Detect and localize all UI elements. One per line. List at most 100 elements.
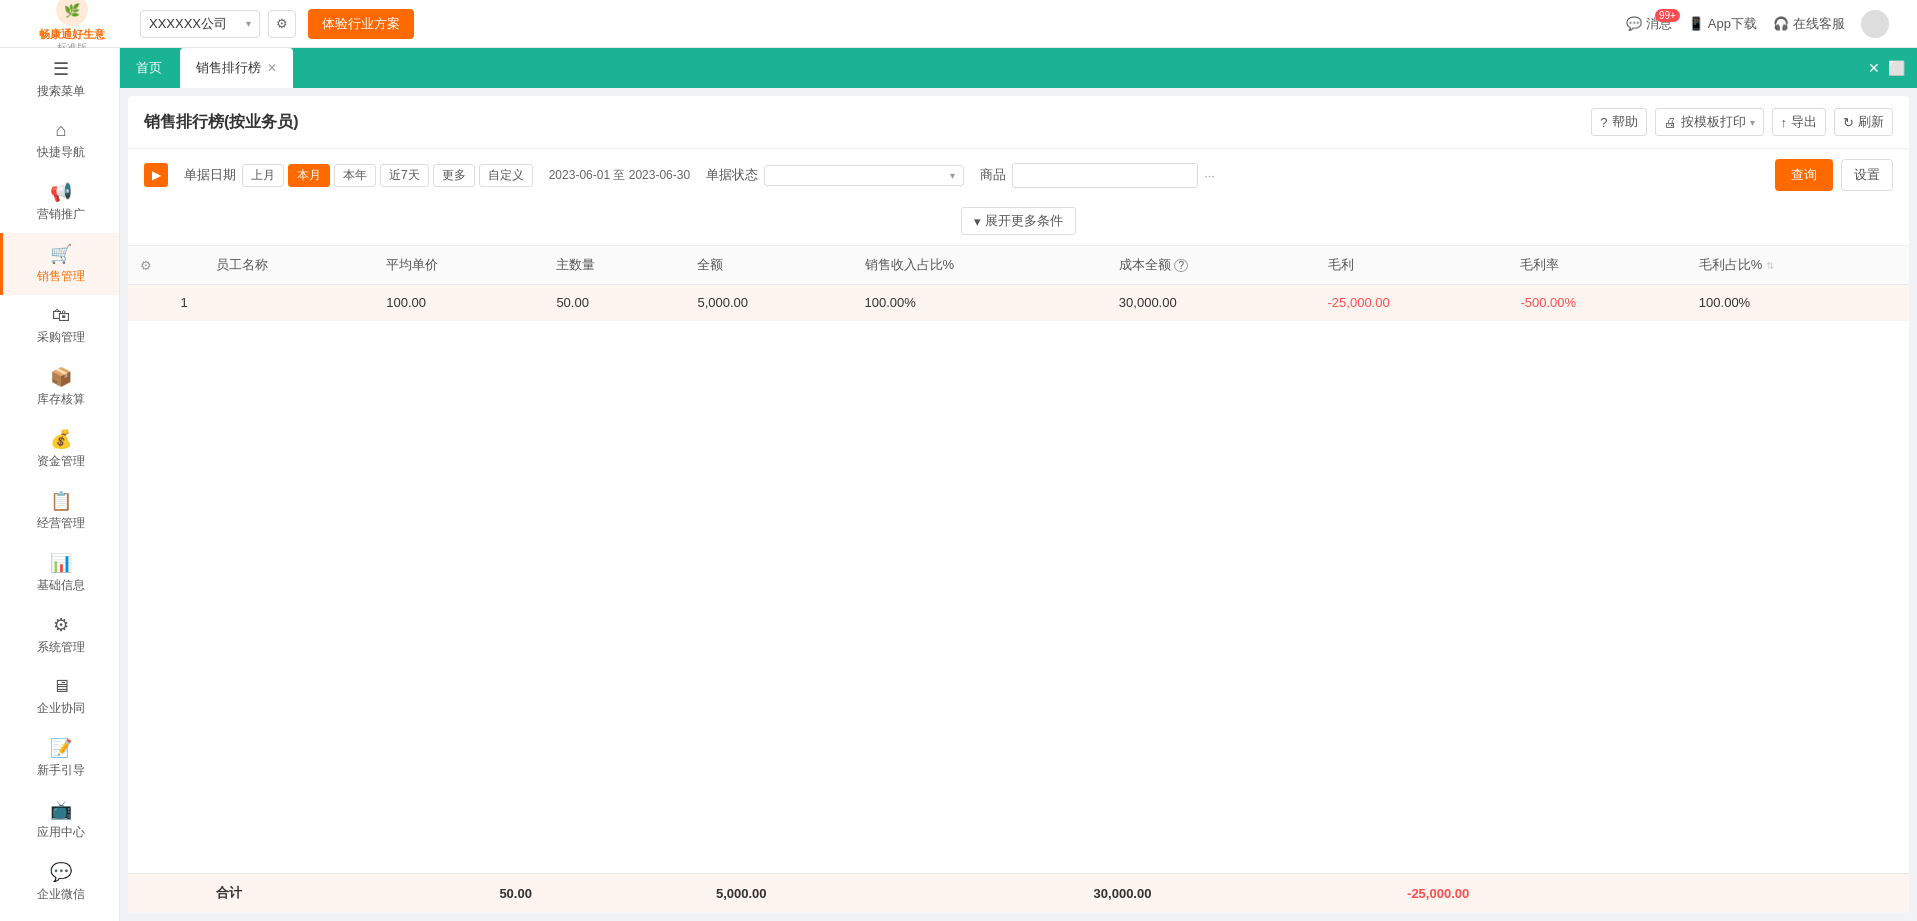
company-selector[interactable]: XXXXXX公司 ▾ bbox=[140, 10, 260, 38]
sidebar-item-search[interactable]: ☰ 搜索菜单 bbox=[0, 48, 119, 110]
sidebar-item-quicknav[interactable]: ⌂ 快捷导航 bbox=[0, 110, 119, 171]
expand-conditions-button[interactable]: ▾ 展开更多条件 bbox=[961, 207, 1076, 235]
refresh-label: 刷新 bbox=[1858, 113, 1884, 131]
col-profit-rate: 毛利率 bbox=[1508, 246, 1686, 285]
sidebar-item-label: 基础信息 bbox=[37, 577, 85, 594]
content-area: 首页 销售排行榜 ✕ ✕ ⬜ 销售排行榜(按业务员) ? 帮助 bbox=[120, 48, 1917, 921]
date-btn-7days[interactable]: 近7天 bbox=[380, 164, 429, 187]
logo-text: 畅康通好生意 bbox=[39, 28, 105, 41]
date-btn-this-month[interactable]: 本月 bbox=[288, 164, 330, 187]
sidebar-item-label: 企业微信 bbox=[37, 886, 85, 903]
data-table: ⚙ 员工名称 平均单价 主数量 全额 销售收入占比% 成本全额 ? 毛利 bbox=[128, 246, 1909, 321]
system-icon: ⚙ bbox=[53, 614, 69, 636]
col-name: 员工名称 bbox=[204, 246, 374, 285]
svg-text:🌿: 🌿 bbox=[64, 2, 81, 19]
apps-icon: 📺 bbox=[50, 799, 72, 821]
basic-info-icon: 📊 bbox=[50, 552, 72, 574]
footer-sales-pct bbox=[990, 874, 1082, 913]
row-profit-pct: 100.00% bbox=[1687, 285, 1909, 321]
date-btn-custom[interactable]: 自定义 bbox=[479, 164, 533, 187]
status-filter: 单据状态 ▾ bbox=[706, 165, 964, 186]
filter-bar: ▶ 单据日期 上月 本月 本年 近7天 更多 自定义 2023 bbox=[128, 149, 1909, 246]
sidebar-item-label: 采购管理 bbox=[37, 329, 85, 346]
settings-button[interactable]: 设置 bbox=[1841, 159, 1893, 191]
settings-icon[interactable]: ⚙ bbox=[268, 10, 296, 38]
sidebar-item-label: 企业协同 bbox=[37, 700, 85, 717]
sidebar-item-label: 资金管理 bbox=[37, 453, 85, 470]
row-sales-pct: 100.00% bbox=[853, 285, 1107, 321]
message-icon: 💬 bbox=[1626, 16, 1642, 31]
sidebar-item-finance[interactable]: 💰 资金管理 bbox=[0, 418, 119, 480]
sidebar-item-basic-info[interactable]: 📊 基础信息 bbox=[0, 542, 119, 604]
sidebar-item-enterprise[interactable]: 🖥 企业协同 bbox=[0, 666, 119, 727]
date-btn-last-month[interactable]: 上月 bbox=[242, 164, 284, 187]
row-rank: 1 bbox=[164, 285, 204, 321]
company-name: XXXXXX公司 bbox=[149, 15, 242, 33]
goods-input[interactable] bbox=[1012, 163, 1198, 188]
app-download-button[interactable]: 📱 App下载 bbox=[1688, 15, 1757, 33]
online-service-button[interactable]: 🎧 在线客服 bbox=[1773, 15, 1845, 33]
sidebar-item-system[interactable]: ⚙ 系统管理 bbox=[0, 604, 119, 666]
row-name bbox=[204, 285, 374, 321]
profit-pct-sort-icon[interactable]: ⇅ bbox=[1766, 260, 1774, 271]
table-row: 1 100.00 50.00 5,000.00 100.00% 30,000.0… bbox=[128, 285, 1909, 321]
main-layout: ☰ 搜索菜单 ⌂ 快捷导航 📢 营销推广 🛒 销售管理 🛍 采购管理 📦 库存核… bbox=[0, 48, 1917, 921]
more-filters-icon[interactable]: ··· bbox=[1204, 168, 1215, 183]
export-button[interactable]: ↑ 导出 bbox=[1772, 108, 1827, 136]
cost-info-icon[interactable]: ? bbox=[1174, 259, 1188, 272]
help-button[interactable]: ? 帮助 bbox=[1591, 108, 1646, 136]
date-btn-this-year[interactable]: 本年 bbox=[334, 164, 376, 187]
chevron-down-icon: ▾ bbox=[246, 18, 251, 29]
sidebar-item-label: 快捷导航 bbox=[37, 144, 85, 161]
headset-icon: 🎧 bbox=[1773, 16, 1789, 31]
window-maximize-icon[interactable]: ⬜ bbox=[1888, 60, 1905, 76]
top-bar: 🌿 畅康通好生意 标准版 XXXXXX公司 ▾ ⚙ 体验行业方案 💬 消息 99… bbox=[0, 0, 1917, 48]
sidebar-item-label: 销售管理 bbox=[37, 268, 85, 285]
sidebar-item-label: 库存核算 bbox=[37, 391, 85, 408]
col-profit: 毛利 bbox=[1316, 246, 1509, 285]
expand-row: ▾ 展开更多条件 bbox=[144, 199, 1893, 235]
row-profit-rate: -500.00% bbox=[1508, 285, 1686, 321]
filter-row-1: ▶ 单据日期 上月 本月 本年 近7天 更多 自定义 2023 bbox=[144, 159, 1893, 191]
sidebar-item-management[interactable]: 📋 经营管理 bbox=[0, 480, 119, 542]
tab-bar: 首页 销售排行榜 ✕ ✕ ⬜ bbox=[120, 48, 1917, 88]
sidebar: ☰ 搜索菜单 ⌂ 快捷导航 📢 营销推广 🛒 销售管理 🛍 采购管理 📦 库存核… bbox=[0, 48, 120, 921]
sidebar-item-purchase[interactable]: 🛍 采购管理 bbox=[0, 295, 119, 356]
sidebar-item-inventory[interactable]: 📦 库存核算 bbox=[0, 356, 119, 418]
message-button[interactable]: 💬 消息 99+ bbox=[1626, 15, 1672, 33]
sidebar-item-member[interactable]: V 畅会员 bbox=[0, 913, 119, 921]
tab-sales-ranking[interactable]: 销售排行榜 ✕ bbox=[180, 48, 293, 88]
sidebar-item-guide[interactable]: 📝 新手引导 bbox=[0, 727, 119, 789]
footer-label: 合计 bbox=[204, 874, 395, 913]
phone-icon: 📱 bbox=[1688, 16, 1704, 31]
filter-expand-arrow[interactable]: ▶ bbox=[144, 163, 168, 187]
avatar[interactable] bbox=[1861, 10, 1889, 38]
sidebar-item-label: 新手引导 bbox=[37, 762, 85, 779]
table-spacer bbox=[128, 321, 1909, 873]
sidebar-item-wechat[interactable]: 💬 企业微信 bbox=[0, 851, 119, 913]
footer-profit-pct bbox=[1817, 874, 1909, 913]
refresh-button[interactable]: ↻ 刷新 bbox=[1834, 108, 1893, 136]
tab-home[interactable]: 首页 bbox=[120, 48, 178, 88]
status-chevron-icon: ▾ bbox=[950, 170, 955, 181]
status-label: 单据状态 bbox=[706, 166, 758, 184]
status-select[interactable]: ▾ bbox=[764, 165, 964, 186]
sidebar-item-sales[interactable]: 🛒 销售管理 bbox=[0, 233, 119, 295]
search-button[interactable]: 查询 bbox=[1775, 159, 1833, 191]
row-cost: 30,000.00 bbox=[1107, 285, 1316, 321]
sidebar-item-marketing[interactable]: 📢 营销推广 bbox=[0, 171, 119, 233]
row-avg-price: 100.00 bbox=[374, 285, 544, 321]
col-profit-pct: 毛利占比% ⇅ bbox=[1687, 246, 1909, 285]
goods-label: 商品 bbox=[980, 166, 1006, 184]
col-settings: ⚙ bbox=[128, 246, 164, 285]
sidebar-item-label: 搜索菜单 bbox=[37, 83, 85, 100]
window-close-icon[interactable]: ✕ bbox=[1868, 60, 1880, 76]
footer-table: 合计 50.00 5,000.00 30,000.00 -25,000.00 bbox=[128, 873, 1909, 913]
print-button[interactable]: 🖨 按模板打印 ▾ bbox=[1655, 108, 1764, 136]
row-amount: 5,000.00 bbox=[685, 285, 852, 321]
trial-button[interactable]: 体验行业方案 bbox=[308, 9, 414, 39]
sidebar-item-apps[interactable]: 📺 应用中心 bbox=[0, 789, 119, 851]
logo-area: 🌿 畅康通好生意 标准版 bbox=[12, 0, 132, 55]
tab-close-icon[interactable]: ✕ bbox=[267, 61, 277, 75]
date-btn-more[interactable]: 更多 bbox=[433, 164, 475, 187]
